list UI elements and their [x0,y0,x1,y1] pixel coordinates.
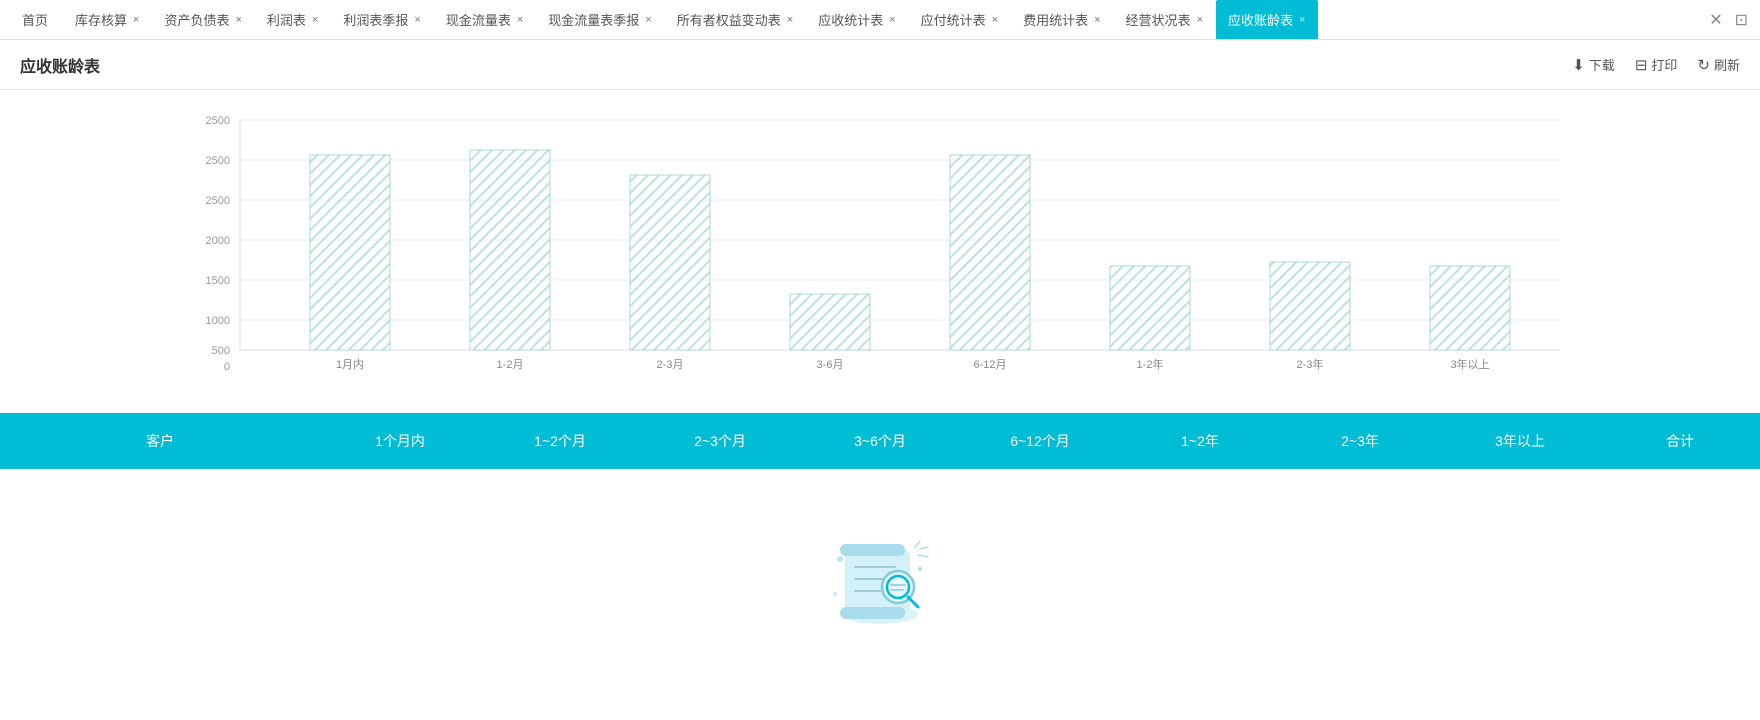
svg-text:500: 500 [212,345,230,357]
col-1month: 1个月内 [320,431,480,451]
close-tab-cashflow-q[interactable]: × [645,14,651,26]
download-button[interactable]: ⬇ 下载 [1572,55,1615,74]
svg-text:2-3年: 2-3年 [1297,357,1324,371]
tab-balance[interactable]: 资产负债表 × [152,0,254,40]
main-content: 2500 2500 2500 2000 1500 1000 500 0 [0,90,1760,720]
svg-text:2500: 2500 [206,115,230,127]
chart-area: 2500 2500 2500 2000 1500 1000 500 0 [0,90,1760,413]
col-3plus-year: 3年以上 [1440,431,1600,451]
print-icon: ⊟ [1635,56,1648,74]
empty-state [0,469,1760,669]
col-2-3year: 2~3年 [1280,431,1440,451]
svg-text:6-12月: 6-12月 [973,359,1006,371]
col-total: 合计 [1600,431,1760,451]
tab-ap-stat[interactable]: 应付统计表 × [909,0,1011,40]
tab-home[interactable]: 首页 [8,0,63,40]
window-maximize-icon[interactable]: ⊡ [1731,6,1752,34]
close-tab-balance[interactable]: × [235,14,241,26]
close-tab-ar-aging[interactable]: × [1299,14,1305,26]
tab-bar-actions: ✕ ⊡ [1705,6,1752,34]
svg-text:1-2年: 1-2年 [1137,357,1164,371]
close-tab-equity[interactable]: × [787,14,793,26]
chart-container: 2500 2500 2500 2000 1500 1000 500 0 [40,110,1720,393]
close-tab-operations[interactable]: × [1197,14,1203,26]
svg-text:1500: 1500 [206,275,230,287]
svg-text:2500: 2500 [206,155,230,167]
tab-cashflow[interactable]: 现金流量表 × [434,0,536,40]
tab-profit-q[interactable]: 利润表季报 × [331,0,433,40]
tab-cashflow-q[interactable]: 现金流量表季报 × [536,0,664,40]
empty-icon [820,529,940,629]
window-close-icon[interactable]: ✕ [1705,6,1726,34]
download-icon: ⬇ [1572,56,1585,74]
refresh-button[interactable]: ↻ 刷新 [1697,55,1740,74]
close-tab-profit[interactable]: × [312,14,318,26]
print-button[interactable]: ⊟ 打印 [1635,55,1678,74]
svg-text:0: 0 [224,361,230,373]
header-actions: ⬇ 下载 ⊟ 打印 ↻ 刷新 [1572,55,1740,74]
refresh-icon: ↻ [1697,56,1710,74]
tab-bar: 首页 库存核算 × 资产负债表 × 利润表 × 利润表季报 × 现金流量表 × … [0,0,1760,40]
col-1-2year: 1~2年 [1120,431,1280,451]
empty-illustration [820,529,940,639]
col-1-2month: 1~2个月 [480,431,640,451]
col-6-12month: 6~12个月 [960,431,1120,451]
col-customer: 客户 [0,431,320,451]
tab-profit[interactable]: 利润表 × [255,0,331,40]
svg-text:2-3月: 2-3月 [657,359,684,371]
page-header: 应收账龄表 ⬇ 下载 ⊟ 打印 ↻ 刷新 [0,40,1760,90]
tab-operations[interactable]: 经营状况表 × [1114,0,1216,40]
close-tab-inventory[interactable]: × [133,14,139,26]
close-tab-cashflow[interactable]: × [517,14,523,26]
svg-text:2000: 2000 [206,235,230,247]
table-header: 客户 1个月内 1~2个月 2~3个月 3~6个月 6~12个月 1~2年 2~… [0,413,1760,469]
col-2-3month: 2~3个月 [640,431,800,451]
svg-text:1-2月: 1-2月 [497,359,524,371]
tab-inventory[interactable]: 库存核算 × [63,0,152,40]
svg-text:2500: 2500 [206,195,230,207]
tab-equity[interactable]: 所有者权益变动表 × [665,0,806,40]
tab-ar-aging[interactable]: 应收账龄表 × [1216,0,1318,40]
bar-chart: 2500 2500 2500 2000 1500 1000 500 0 [40,110,1720,390]
close-tab-profit-q[interactable]: × [414,14,420,26]
col-3-6month: 3~6个月 [800,431,960,451]
tab-expense[interactable]: 费用统计表 × [1011,0,1113,40]
page-title: 应收账龄表 [20,53,100,77]
tab-ar-stat[interactable]: 应收统计表 × [806,0,908,40]
svg-text:3-6月: 3-6月 [817,359,844,371]
svg-text:3年以上: 3年以上 [1450,357,1489,371]
svg-text:1月内: 1月内 [336,357,364,371]
close-tab-ar-stat[interactable]: × [889,14,895,26]
svg-text:1000: 1000 [206,315,230,327]
close-tab-ap-stat[interactable]: × [992,14,998,26]
close-tab-expense[interactable]: × [1094,14,1100,26]
